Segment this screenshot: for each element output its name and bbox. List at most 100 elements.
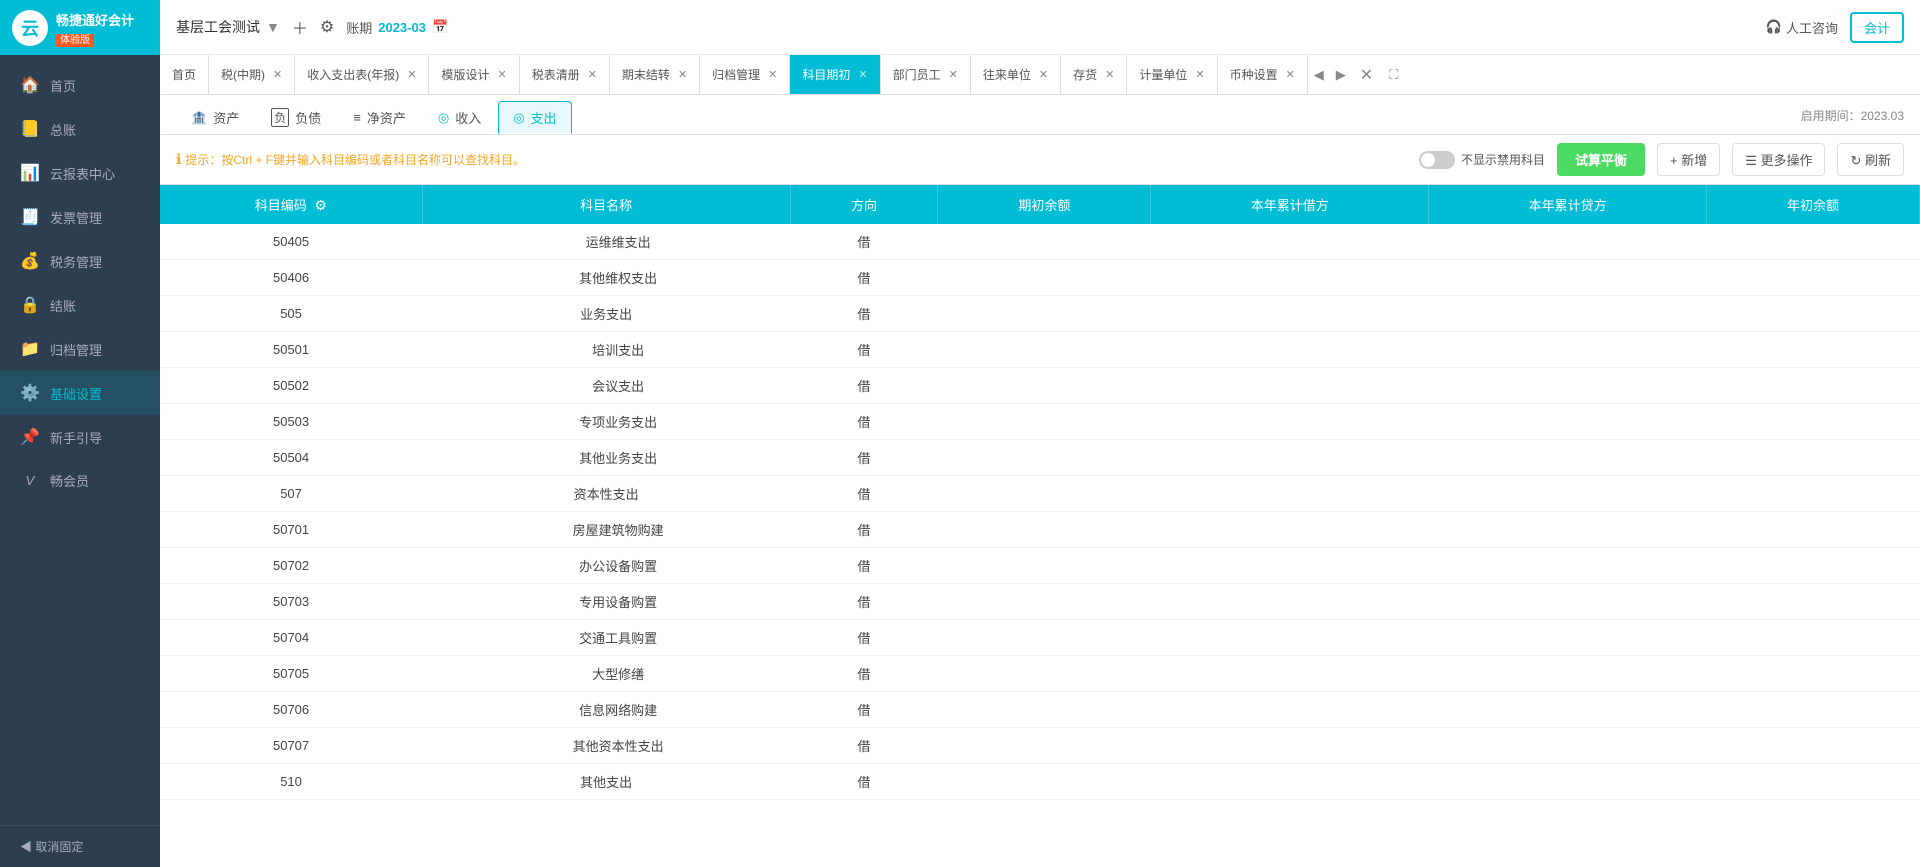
tab-nav-next[interactable]: ▶ bbox=[1330, 67, 1352, 83]
subtab-net-assets[interactable]: ≡ 净资产 bbox=[338, 101, 421, 134]
sidebar-item-settings[interactable]: ⚙️ 基础设置 bbox=[0, 371, 160, 415]
table-row[interactable]: 50503专项业务支出借 bbox=[160, 404, 1920, 440]
tab-close-icon[interactable]: ✕ bbox=[407, 68, 416, 81]
tab-close-icon[interactable]: ✕ bbox=[1195, 68, 1204, 81]
refresh-btn[interactable]: ↻ 刷新 bbox=[1837, 143, 1904, 176]
table-row[interactable]: 50504其他业务支出借 bbox=[160, 440, 1920, 476]
col-header-ytd-credit: 本年累计贷方 bbox=[1429, 185, 1707, 224]
disabled-toggle: 不显示禁用科目 bbox=[1419, 151, 1545, 169]
company-name: 基层工会测试 bbox=[176, 17, 260, 37]
cell-opening bbox=[938, 332, 1151, 368]
tab-close-icon[interactable]: ✕ bbox=[497, 68, 506, 81]
cell-ytd-credit bbox=[1429, 368, 1707, 404]
table-row[interactable]: 50405运维维支出借 bbox=[160, 224, 1920, 260]
sidebar-item-archive[interactable]: 📁 归档管理 bbox=[0, 327, 160, 371]
tab-dept-staff[interactable]: 部门员工 ✕ bbox=[881, 55, 971, 94]
tab-nav-prev[interactable]: ◀ bbox=[1308, 67, 1330, 83]
tab-archive[interactable]: 归档管理 ✕ bbox=[700, 55, 790, 94]
sidebar-item-invoices[interactable]: 🧾 发票管理 bbox=[0, 195, 160, 239]
tab-subject-init[interactable]: 科目期初 ✕ bbox=[790, 55, 880, 94]
subtab-income[interactable]: ◎ 收入 bbox=[423, 101, 496, 134]
tab-close-icon[interactable]: ✕ bbox=[588, 68, 597, 81]
table-row[interactable]: 50501培训支出借 bbox=[160, 332, 1920, 368]
subtab-expense[interactable]: ◎ 支出 bbox=[498, 101, 571, 134]
tab-template-design[interactable]: 模版设计 ✕ bbox=[429, 55, 519, 94]
service-btn[interactable]: 🎧 人工咨询 bbox=[1766, 18, 1838, 37]
tab-inventory[interactable]: 存货 ✕ bbox=[1061, 55, 1127, 94]
tab-close-icon[interactable]: ✕ bbox=[768, 68, 777, 81]
tab-close-icon[interactable]: ✕ bbox=[1105, 68, 1114, 81]
balance-btn[interactable]: 试算平衡 bbox=[1557, 143, 1645, 176]
tab-close-all-btn[interactable]: ✕ bbox=[1352, 65, 1381, 85]
gear-icon[interactable]: ⚙ bbox=[314, 197, 327, 213]
tab-counterparty[interactable]: 往来单位 ✕ bbox=[971, 55, 1061, 94]
cell-ytd-credit bbox=[1429, 224, 1707, 260]
cell-opening bbox=[938, 224, 1151, 260]
cell-direction: 借 bbox=[790, 692, 938, 728]
tab-fullscreen-btn[interactable]: ⛶ bbox=[1381, 67, 1406, 83]
tab-close-icon[interactable]: ✕ bbox=[949, 68, 958, 81]
sidebar-item-guide[interactable]: 📌 新手引导 bbox=[0, 415, 160, 459]
subtab-liabilities[interactable]: 负 负债 bbox=[256, 101, 336, 134]
cell-code: 50503 bbox=[160, 404, 422, 440]
table-row[interactable]: 50705大型修缮借 bbox=[160, 656, 1920, 692]
tab-close-icon[interactable]: ✕ bbox=[678, 68, 687, 81]
table-row[interactable]: 510其他支出借 bbox=[160, 764, 1920, 800]
tab-income-report[interactable]: 收入支出表(年报) ✕ bbox=[295, 55, 429, 94]
table-row[interactable]: 50706信息网络购建借 bbox=[160, 692, 1920, 728]
cell-year-opening bbox=[1707, 512, 1920, 548]
subtab-assets[interactable]: 🏦 资产 bbox=[176, 101, 254, 134]
add-company-btn[interactable]: ＋ bbox=[292, 15, 308, 39]
tab-tax-mid[interactable]: 税(中期) ✕ bbox=[209, 55, 295, 94]
cell-direction: 借 bbox=[790, 764, 938, 800]
tab-unit[interactable]: 计量单位 ✕ bbox=[1127, 55, 1217, 94]
toggle-switch[interactable] bbox=[1419, 151, 1455, 169]
cell-ytd-credit bbox=[1429, 440, 1707, 476]
cell-direction: 借 bbox=[790, 620, 938, 656]
cell-name: 其他支出 bbox=[422, 764, 790, 800]
reports-icon: 📊 bbox=[20, 163, 40, 183]
tab-period-end[interactable]: 期末结转 ✕ bbox=[610, 55, 700, 94]
cell-direction: 借 bbox=[790, 368, 938, 404]
tab-home[interactable]: 首页 bbox=[160, 55, 209, 94]
table-row[interactable]: 50707其他资本性支出借 bbox=[160, 728, 1920, 764]
tab-tax-table[interactable]: 税表清册 ✕ bbox=[520, 55, 610, 94]
company-settings-btn[interactable]: ⚙ bbox=[320, 17, 334, 37]
tab-close-icon[interactable]: ✕ bbox=[1039, 68, 1048, 81]
cell-code: 50703 bbox=[160, 584, 422, 620]
sidebar-item-ledger[interactable]: 📒 总账 bbox=[0, 107, 160, 151]
sidebar-item-tax[interactable]: 💰 税务管理 bbox=[0, 239, 160, 283]
table-row[interactable]: 50703专用设备购置借 bbox=[160, 584, 1920, 620]
tab-close-icon[interactable]: ✕ bbox=[858, 68, 867, 81]
cell-year-opening bbox=[1707, 224, 1920, 260]
cell-code: 50405 bbox=[160, 224, 422, 260]
sidebar-item-home[interactable]: 🏠 首页 bbox=[0, 63, 160, 107]
cell-direction: 借 bbox=[790, 440, 938, 476]
tab-close-icon[interactable]: ✕ bbox=[1286, 68, 1295, 81]
more-btn[interactable]: ☰ 更多操作 bbox=[1732, 143, 1825, 176]
cell-ytd-credit bbox=[1429, 620, 1707, 656]
sidebar-item-reports[interactable]: 📊 云报表中心 bbox=[0, 151, 160, 195]
cell-direction: 借 bbox=[790, 584, 938, 620]
table-row[interactable]: 505业务支出借 bbox=[160, 296, 1920, 332]
logo-text: 畅捷通好会计 体验版 bbox=[56, 10, 134, 46]
table-row[interactable]: 50704交通工具购置借 bbox=[160, 620, 1920, 656]
cell-code: 50701 bbox=[160, 512, 422, 548]
add-btn[interactable]: + 新增 bbox=[1657, 143, 1720, 176]
table-row[interactable]: 50502会议支出借 bbox=[160, 368, 1920, 404]
tab-currency[interactable]: 币种设置 ✕ bbox=[1218, 55, 1308, 94]
table-row[interactable]: 50702办公设备购置借 bbox=[160, 548, 1920, 584]
archive-icon: 📁 bbox=[20, 339, 40, 359]
user-role-btn[interactable]: 会计 bbox=[1850, 12, 1904, 43]
cell-opening bbox=[938, 692, 1151, 728]
sidebar-item-close[interactable]: 🔒 结账 bbox=[0, 283, 160, 327]
sidebar-item-member[interactable]: V 畅会员 bbox=[0, 459, 160, 502]
table-row[interactable]: 50406其他维权支出借 bbox=[160, 260, 1920, 296]
table-row[interactable]: 50701房屋建筑物购建借 bbox=[160, 512, 1920, 548]
tab-close-icon[interactable]: ✕ bbox=[273, 68, 282, 81]
table-row[interactable]: 507资本性支出借 bbox=[160, 476, 1920, 512]
sidebar-collapse-btn[interactable]: ◀ 取消固定 bbox=[0, 825, 160, 867]
calendar-icon[interactable]: 📅 bbox=[432, 19, 448, 35]
cell-direction: 借 bbox=[790, 548, 938, 584]
company-selector[interactable]: 基层工会测试 ▼ bbox=[176, 17, 280, 37]
